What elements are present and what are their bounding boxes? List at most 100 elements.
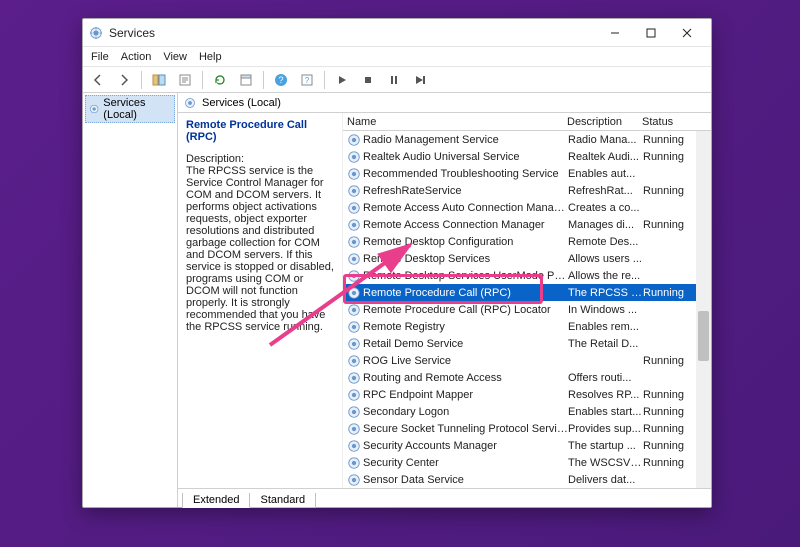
table-row[interactable]: Remote Desktop Services UserMode Port Re… [343, 267, 711, 284]
gear-icon [347, 184, 361, 198]
column-headers[interactable]: Name Description Status [343, 113, 711, 131]
cell-description: Delivers dat... [568, 474, 643, 486]
table-row[interactable]: ROG Live ServiceRunning [343, 352, 711, 369]
table-row[interactable]: Secondary LogonEnables start...Running [343, 403, 711, 420]
cell-name: Radio Management Service [363, 134, 568, 146]
cell-name: ROG Live Service [363, 355, 568, 367]
tree-root-label: Services (Local) [103, 97, 171, 121]
col-description[interactable]: Description [567, 116, 642, 128]
table-row[interactable]: Remote Procedure Call (RPC) LocatorIn Wi… [343, 301, 711, 318]
table-row[interactable]: Security Accounts ManagerThe startup ...… [343, 437, 711, 454]
cell-name: Remote Procedure Call (RPC) Locator [363, 304, 568, 316]
cell-description: The RPCSS s... [568, 287, 643, 299]
description-panel: Remote Procedure Call (RPC) Description:… [178, 113, 343, 488]
cell-description: The startup ... [568, 440, 643, 452]
show-hide-tree-button[interactable] [148, 69, 170, 91]
tree-pane[interactable]: Services (Local) [83, 93, 178, 507]
table-row[interactable]: Remote Procedure Call (RPC)The RPCSS s..… [343, 284, 711, 301]
cell-name: Routing and Remote Access [363, 372, 568, 384]
close-button[interactable] [669, 21, 705, 45]
cell-name: Recommended Troubleshooting Service [363, 168, 568, 180]
pause-service-button[interactable] [383, 69, 405, 91]
separator [202, 71, 203, 89]
table-row[interactable]: Secure Socket Tunneling Protocol Service… [343, 420, 711, 437]
table-row[interactable]: Remote Access Auto Connection ManagerCre… [343, 199, 711, 216]
table-row[interactable]: Remote Desktop ServicesAllows users ... [343, 250, 711, 267]
table-row[interactable]: Remote Desktop ConfigurationRemote Des..… [343, 233, 711, 250]
gear-icon [347, 269, 361, 283]
gear-icon [347, 337, 361, 351]
cell-status: Running [643, 457, 695, 469]
forward-button[interactable] [113, 69, 135, 91]
cell-name: Remote Desktop Configuration [363, 236, 568, 248]
cell-description: The Retail D... [568, 338, 643, 350]
table-row[interactable]: Security CenterThe WSCSVC...Running [343, 454, 711, 471]
export-button[interactable] [174, 69, 196, 91]
gear-icon [347, 201, 361, 215]
cell-description: Allows the re... [568, 270, 643, 282]
restart-service-button[interactable] [409, 69, 431, 91]
menu-file[interactable]: File [91, 51, 109, 63]
properties-button[interactable] [235, 69, 257, 91]
cell-name: Remote Access Auto Connection Manager [363, 202, 568, 214]
cell-name: Remote Procedure Call (RPC) [363, 287, 568, 299]
list-body[interactable]: Radio Management ServiceRadio Mana...Run… [343, 131, 711, 488]
cell-name: Security Center [363, 457, 568, 469]
table-row[interactable]: RPC Endpoint MapperResolves RP...Running [343, 386, 711, 403]
menu-action[interactable]: Action [121, 51, 152, 63]
table-row[interactable]: RefreshRateServiceRefreshRat...Running [343, 182, 711, 199]
table-row[interactable]: Realtek Audio Universal ServiceRealtek A… [343, 148, 711, 165]
col-status[interactable]: Status [642, 116, 694, 128]
gear-icon [347, 405, 361, 419]
gear-icon [347, 167, 361, 181]
table-row[interactable]: Sensor Data ServiceDelivers dat... [343, 471, 711, 488]
cell-status: Running [643, 423, 695, 435]
gear-icon [347, 320, 361, 334]
cell-name: Remote Desktop Services UserMode Port Re… [363, 270, 568, 282]
gear-icon [347, 439, 361, 453]
table-row[interactable]: Remote Access Connection ManagerManages … [343, 216, 711, 233]
selected-service-title: Remote Procedure Call (RPC) [186, 119, 334, 143]
menu-help[interactable]: Help [199, 51, 222, 63]
table-row[interactable]: Routing and Remote AccessOffers routi... [343, 369, 711, 386]
stop-service-button[interactable] [357, 69, 379, 91]
cell-description: Enables aut... [568, 168, 643, 180]
help2-button[interactable]: ? [296, 69, 318, 91]
table-row[interactable]: Retail Demo ServiceThe Retail D... [343, 335, 711, 352]
cell-name: Secondary Logon [363, 406, 568, 418]
cell-description: Manages di... [568, 219, 643, 231]
table-row[interactable]: Recommended Troubleshooting ServiceEnabl… [343, 165, 711, 182]
svg-text:?: ? [278, 75, 283, 85]
cell-name: RefreshRateService [363, 185, 568, 197]
refresh-button[interactable] [209, 69, 231, 91]
cell-status: Running [643, 219, 695, 231]
gear-icon [347, 252, 361, 266]
tab-extended[interactable]: Extended [182, 493, 250, 508]
scrollbar[interactable] [696, 131, 711, 488]
services-window: Services File Action View Help ? ? Servi… [82, 18, 712, 508]
table-row[interactable]: Radio Management ServiceRadio Mana...Run… [343, 131, 711, 148]
description-label: Description: [186, 153, 244, 165]
gear-icon [89, 103, 99, 115]
panel-heading: Services (Local) [178, 93, 711, 113]
col-name[interactable]: Name [347, 116, 567, 128]
cell-status: Running [643, 389, 695, 401]
titlebar[interactable]: Services [83, 19, 711, 47]
help-button[interactable]: ? [270, 69, 292, 91]
scroll-thumb[interactable] [698, 311, 709, 361]
cell-name: Sensor Data Service [363, 474, 568, 486]
minimize-button[interactable] [597, 21, 633, 45]
gear-icon [347, 422, 361, 436]
menu-view[interactable]: View [163, 51, 187, 63]
cell-status: Running [643, 185, 695, 197]
cell-name: Security Accounts Manager [363, 440, 568, 452]
table-row[interactable]: Remote RegistryEnables rem... [343, 318, 711, 335]
tab-standard[interactable]: Standard [249, 493, 316, 508]
maximize-button[interactable] [633, 21, 669, 45]
start-service-button[interactable] [331, 69, 353, 91]
cell-description: Offers routi... [568, 372, 643, 384]
tree-root[interactable]: Services (Local) [85, 95, 175, 123]
back-button[interactable] [87, 69, 109, 91]
cell-description: Creates a co... [568, 202, 643, 214]
gear-icon [347, 235, 361, 249]
